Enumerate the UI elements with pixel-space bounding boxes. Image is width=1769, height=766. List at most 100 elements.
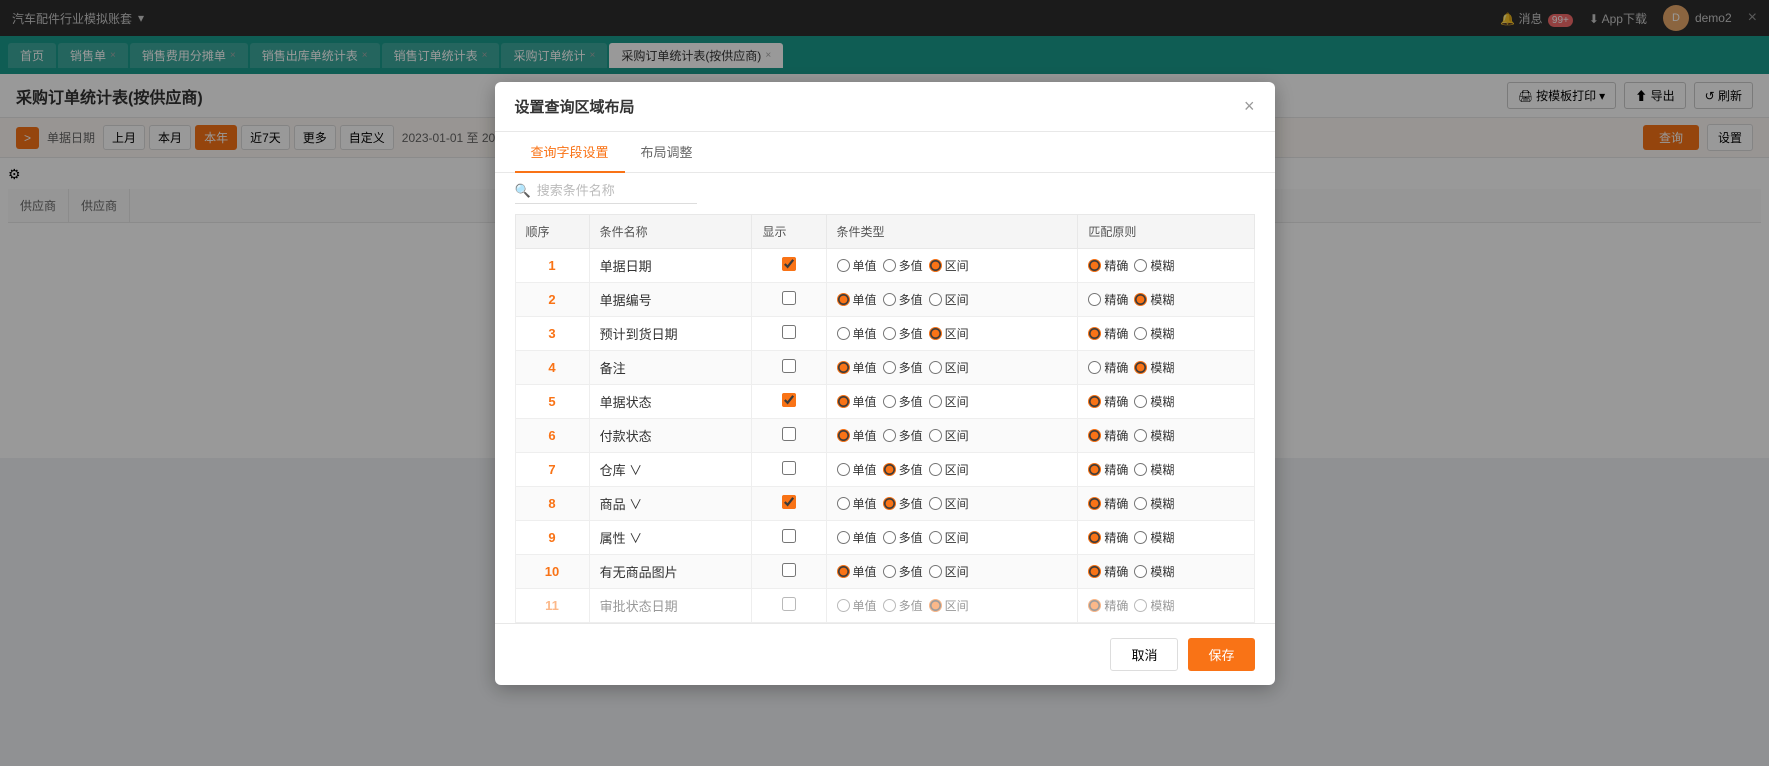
match-radio[interactable]: [1088, 599, 1101, 612]
match-radio-label[interactable]: 精确: [1088, 257, 1128, 274]
type-radio[interactable]: [837, 429, 850, 442]
cell-display[interactable]: [752, 486, 826, 520]
cancel-button[interactable]: 取消: [1110, 638, 1178, 671]
cell-type[interactable]: 单值多值区间: [826, 316, 1078, 350]
type-radio[interactable]: [837, 293, 850, 306]
match-radio-label[interactable]: 模糊: [1134, 393, 1174, 410]
type-radio-label[interactable]: 多值: [883, 325, 923, 342]
type-radio-label[interactable]: 区间: [929, 291, 969, 308]
type-radio[interactable]: [883, 531, 896, 544]
cell-display[interactable]: [752, 384, 826, 418]
type-radio[interactable]: [837, 599, 850, 612]
type-radio-label[interactable]: 多值: [883, 461, 923, 478]
cell-type[interactable]: 单值多值区间: [826, 588, 1078, 622]
match-radio-label[interactable]: 精确: [1088, 291, 1128, 308]
cell-match[interactable]: 精确模糊: [1078, 248, 1254, 282]
cell-type[interactable]: 单值多值区间: [826, 248, 1078, 282]
cell-display[interactable]: [752, 588, 826, 622]
type-radio-label[interactable]: 单值: [837, 325, 877, 342]
match-radio-label[interactable]: 精确: [1088, 393, 1128, 410]
type-radio-label[interactable]: 单值: [837, 563, 877, 580]
match-radio[interactable]: [1088, 429, 1101, 442]
type-radio[interactable]: [837, 259, 850, 272]
cell-type[interactable]: 单值多值区间: [826, 520, 1078, 554]
type-radio-label[interactable]: 多值: [883, 291, 923, 308]
match-radio-label[interactable]: 精确: [1088, 495, 1128, 512]
display-checkbox[interactable]: [782, 563, 796, 577]
match-radio-label[interactable]: 模糊: [1134, 257, 1174, 274]
type-radio-label[interactable]: 区间: [929, 461, 969, 478]
type-radio-label[interactable]: 单值: [837, 393, 877, 410]
type-radio-label[interactable]: 区间: [929, 325, 969, 342]
type-radio[interactable]: [883, 565, 896, 578]
cell-display[interactable]: [752, 282, 826, 316]
cell-type[interactable]: 单值多值区间: [826, 554, 1078, 588]
match-radio-label[interactable]: 模糊: [1134, 359, 1174, 376]
type-radio-label[interactable]: 单值: [837, 427, 877, 444]
cell-match[interactable]: 精确模糊: [1078, 418, 1254, 452]
display-checkbox[interactable]: [782, 597, 796, 611]
match-radio[interactable]: [1134, 259, 1147, 272]
match-radio[interactable]: [1088, 259, 1101, 272]
match-radio[interactable]: [1088, 497, 1101, 510]
type-radio[interactable]: [929, 463, 942, 476]
type-radio[interactable]: [837, 327, 850, 340]
cell-match[interactable]: 精确模糊: [1078, 520, 1254, 554]
cell-match[interactable]: 精确模糊: [1078, 282, 1254, 316]
dialog-close-button[interactable]: ×: [1244, 97, 1255, 115]
type-radio-label[interactable]: 多值: [883, 529, 923, 546]
display-checkbox[interactable]: [782, 291, 796, 305]
cell-display[interactable]: [752, 248, 826, 282]
type-radio-label[interactable]: 区间: [929, 597, 969, 614]
type-radio-label[interactable]: 多值: [883, 427, 923, 444]
type-radio[interactable]: [929, 259, 942, 272]
display-checkbox[interactable]: [782, 359, 796, 373]
match-radio-label[interactable]: 模糊: [1134, 529, 1174, 546]
save-button[interactable]: 保存: [1188, 638, 1254, 671]
cell-type[interactable]: 单值多值区间: [826, 350, 1078, 384]
type-radio[interactable]: [929, 327, 942, 340]
cell-type[interactable]: 单值多值区间: [826, 452, 1078, 486]
match-radio[interactable]: [1088, 463, 1101, 476]
type-radio[interactable]: [837, 531, 850, 544]
type-radio-label[interactable]: 单值: [837, 291, 877, 308]
type-radio[interactable]: [929, 497, 942, 510]
cell-match[interactable]: 精确模糊: [1078, 316, 1254, 350]
cell-display[interactable]: [752, 520, 826, 554]
cell-type[interactable]: 单值多值区间: [826, 384, 1078, 418]
type-radio-label[interactable]: 区间: [929, 257, 969, 274]
type-radio-label[interactable]: 单值: [837, 461, 877, 478]
display-checkbox[interactable]: [782, 325, 796, 339]
cell-display[interactable]: [752, 316, 826, 350]
type-radio[interactable]: [837, 395, 850, 408]
type-radio[interactable]: [883, 395, 896, 408]
match-radio[interactable]: [1088, 565, 1101, 578]
cell-match[interactable]: 精确模糊: [1078, 486, 1254, 520]
search-input[interactable]: [537, 183, 697, 198]
display-checkbox[interactable]: [782, 257, 796, 271]
type-radio[interactable]: [837, 497, 850, 510]
type-radio[interactable]: [929, 429, 942, 442]
display-checkbox[interactable]: [782, 529, 796, 543]
type-radio[interactable]: [883, 293, 896, 306]
cell-display[interactable]: [752, 554, 826, 588]
type-radio-label[interactable]: 多值: [883, 257, 923, 274]
match-radio[interactable]: [1134, 327, 1147, 340]
match-radio[interactable]: [1134, 497, 1147, 510]
type-radio-label[interactable]: 多值: [883, 359, 923, 376]
cell-display[interactable]: [752, 350, 826, 384]
type-radio[interactable]: [883, 429, 896, 442]
match-radio-label[interactable]: 精确: [1088, 325, 1128, 342]
type-radio[interactable]: [837, 361, 850, 374]
cell-type[interactable]: 单值多值区间: [826, 418, 1078, 452]
match-radio-label[interactable]: 精确: [1088, 461, 1128, 478]
type-radio-label[interactable]: 区间: [929, 495, 969, 512]
match-radio-label[interactable]: 精确: [1088, 563, 1128, 580]
type-radio-label[interactable]: 单值: [837, 495, 877, 512]
match-radio[interactable]: [1134, 531, 1147, 544]
match-radio[interactable]: [1134, 293, 1147, 306]
match-radio[interactable]: [1088, 327, 1101, 340]
cell-type[interactable]: 单值多值区间: [826, 282, 1078, 316]
type-radio-label[interactable]: 多值: [883, 495, 923, 512]
cell-display[interactable]: [752, 418, 826, 452]
